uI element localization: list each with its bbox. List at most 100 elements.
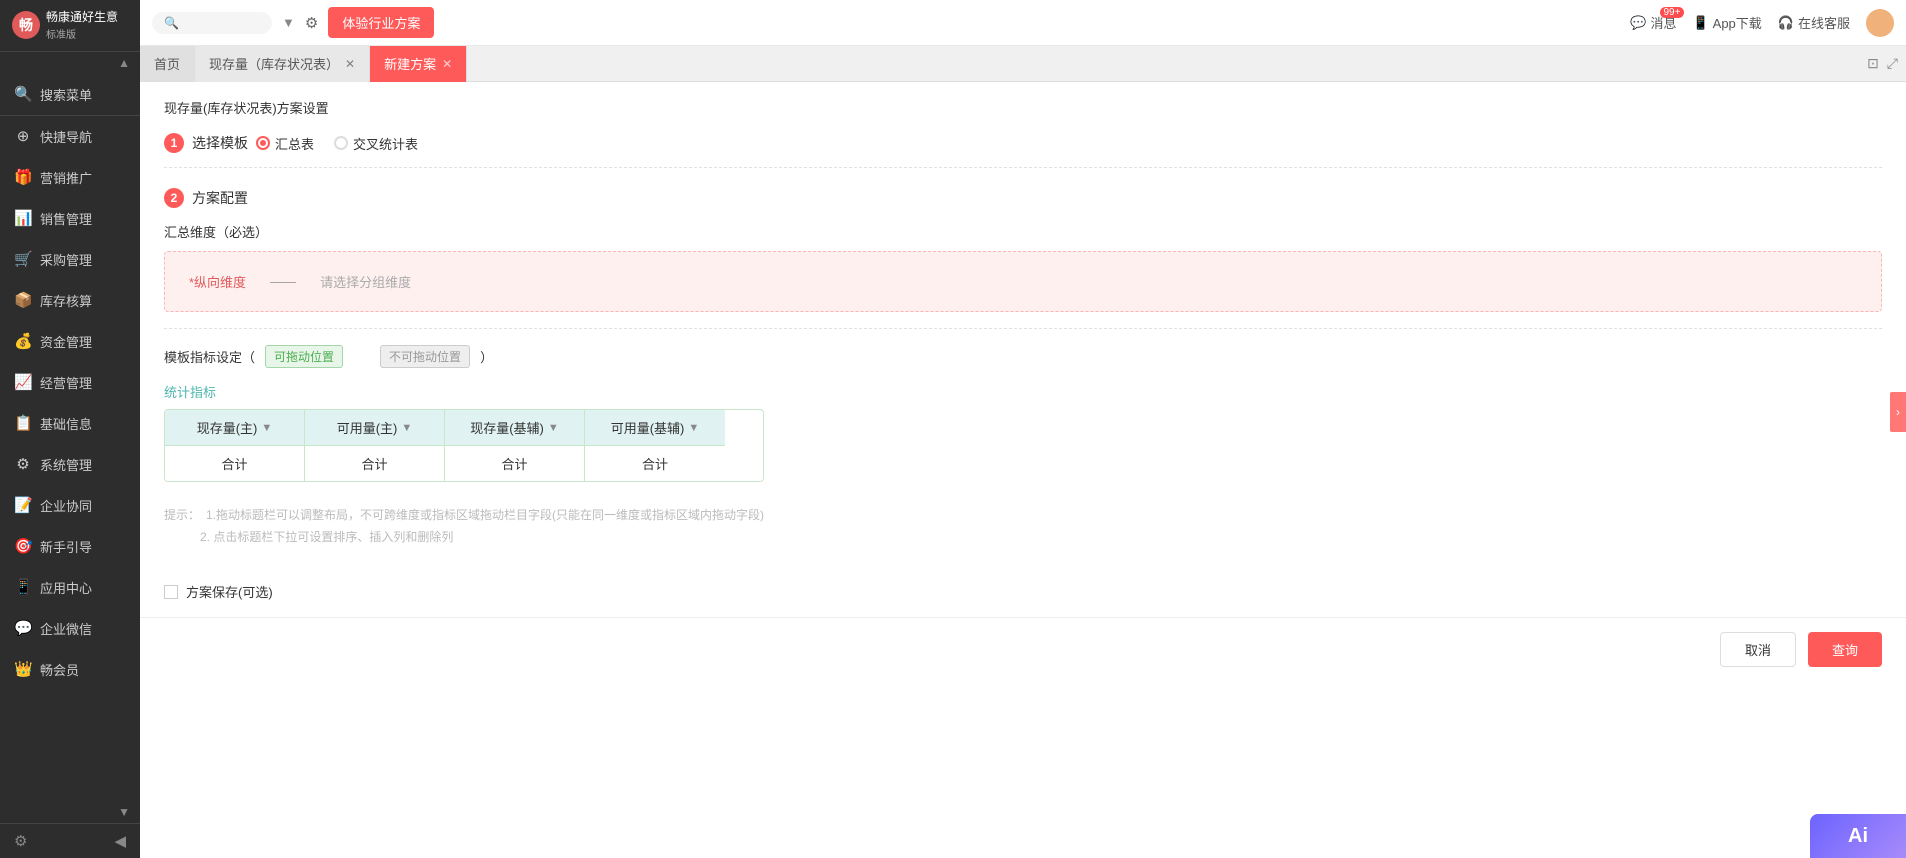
- stats-col-2-header[interactable]: 可用量(主) ▼: [305, 410, 444, 446]
- purchase-icon: 🛒: [14, 250, 32, 268]
- dim-required-field: *纵向维度 —— 请选择分组维度: [164, 251, 1882, 312]
- stats-table: 现存量(主) ▼ 合计 可用量(主) ▼ 合计: [164, 409, 764, 482]
- sidebar-search[interactable]: 🔍 搜索菜单: [0, 74, 140, 116]
- hints-section: 提示：1.拖动标题栏可以调整布局，不可跨维度或指标区域拖动栏目字段(只能在同一维…: [164, 505, 1882, 548]
- tab-home[interactable]: 首页: [140, 46, 195, 82]
- sidebar-item-new-guide[interactable]: 🎯 新手引导: [0, 526, 140, 567]
- sidebar-item-wechat[interactable]: 💬 企业微信: [0, 608, 140, 649]
- stats-section: 统计指标 现存量(主) ▼ 合计: [164, 382, 1882, 485]
- enterprise-icon: 📝: [14, 496, 32, 514]
- sidebar-label-new-guide: 新手引导: [40, 537, 92, 556]
- tab-home-label: 首页: [154, 54, 180, 73]
- tpl-indicator-label: 模板指标设定（: [164, 347, 255, 366]
- stats-col-4-label: 可用量(基辅): [611, 418, 685, 437]
- sidebar-item-purchase[interactable]: 🛒 采购管理: [0, 239, 140, 280]
- topbar-gear-icon[interactable]: ⚙: [305, 14, 318, 32]
- sidebar-item-enterprise[interactable]: 📝 企业协同: [0, 485, 140, 526]
- topbar-right: 💬 消息 99+ 📱 App下载 🎧 在线客服: [1630, 9, 1894, 37]
- step1-divider: [164, 167, 1882, 168]
- app-download-button[interactable]: 📱 App下载: [1692, 13, 1761, 32]
- radio-summary[interactable]: 汇总表: [256, 134, 314, 153]
- sidebar-footer: ⚙ ◀: [0, 823, 140, 858]
- tab-new-plan-close[interactable]: ✕: [442, 57, 452, 71]
- sidebar-item-basic-info[interactable]: 📋 基础信息: [0, 403, 140, 444]
- dim-placeholder: 请选择分组维度: [320, 272, 411, 291]
- tab-inventory-label: 现存量（库存状况表）: [209, 54, 339, 73]
- radio-crosstab[interactable]: 交叉统计表: [334, 134, 418, 153]
- sidebar-item-finance[interactable]: 💰 资金管理: [0, 321, 140, 362]
- ai-badge[interactable]: Ai: [1810, 814, 1906, 858]
- stats-col-4-header[interactable]: 可用量(基辅) ▼: [585, 410, 725, 446]
- app-download-label: App下载: [1713, 13, 1762, 32]
- sidebar-item-quick-nav[interactable]: ⊕ 快捷导航: [0, 116, 140, 157]
- tab-new-plan[interactable]: 新建方案 ✕: [370, 46, 467, 82]
- vertical-dim-label: *纵向维度: [189, 272, 246, 291]
- sidebar-label-marketing: 营销推广: [40, 168, 92, 187]
- trial-industry-button[interactable]: 体验行业方案: [328, 7, 434, 38]
- tab-expand-icon[interactable]: ⤢: [1887, 55, 1898, 72]
- tpl-end: ）: [480, 347, 493, 366]
- sidebar-scroll-down[interactable]: ▼: [112, 803, 136, 821]
- app-download-icon: 📱: [1692, 15, 1708, 31]
- radio-summary-label: 汇总表: [275, 134, 314, 153]
- sidebar-item-system[interactable]: ⚙ 系统管理: [0, 444, 140, 485]
- tab-restore-icon[interactable]: ⊡: [1867, 55, 1879, 72]
- sidebar-item-member[interactable]: 👑 畅会员: [0, 649, 140, 690]
- stats-col-1-chevron: ▼: [261, 422, 272, 434]
- sidebar-item-marketing[interactable]: 🎁 营销推广: [0, 157, 140, 198]
- topbar-search-icon: 🔍: [164, 16, 179, 30]
- content-inner: 现存量(库存状况表)方案设置 1 选择模板 汇总表 交叉统计表: [140, 82, 1906, 617]
- tab-inventory[interactable]: 现存量（库存状况表） ✕: [195, 46, 370, 82]
- stats-table-header-row: 现存量(主) ▼ 合计 可用量(主) ▼ 合计: [165, 410, 763, 481]
- radio-crosstab-dot: [334, 136, 348, 150]
- sidebar-label-sales: 销售管理: [40, 209, 92, 228]
- sidebar-scroll-up[interactable]: ▲: [112, 54, 136, 72]
- sales-icon: 📊: [14, 209, 32, 227]
- sidebar-label-quick-nav: 快捷导航: [40, 127, 92, 146]
- settings-icon[interactable]: ⚙: [14, 832, 27, 850]
- sidebar-item-sales[interactable]: 📊 销售管理: [0, 198, 140, 239]
- stats-col-4-chevron: ▼: [688, 422, 699, 434]
- sidebar-item-inventory[interactable]: 📦 库存核算: [0, 280, 140, 321]
- step2-divider: [164, 328, 1882, 329]
- right-collapse-button[interactable]: ›: [1890, 392, 1906, 432]
- message-button[interactable]: 💬 消息 99+: [1630, 13, 1676, 32]
- app-name: 畅康通好生意: [46, 10, 118, 26]
- stats-col-1: 现存量(主) ▼ 合计: [165, 410, 305, 481]
- quick-nav-icon: ⊕: [14, 127, 32, 145]
- online-service-button[interactable]: 🎧 在线客服: [1778, 13, 1850, 32]
- system-icon: ⚙: [14, 455, 32, 473]
- stats-col-3-body: 合计: [445, 446, 584, 481]
- user-avatar[interactable]: [1866, 9, 1894, 37]
- cancel-button[interactable]: 取消: [1720, 632, 1796, 667]
- summary-dim-label: 汇总维度（必选）: [164, 222, 1882, 241]
- hint-2: 2. 点击标题栏下拉可设置排序、插入列和删除列: [200, 527, 453, 549]
- sidebar-logo: 畅 畅康通好生意 标准版: [0, 0, 140, 52]
- finance-icon: 💰: [14, 332, 32, 350]
- page-title: 现存量(库存状况表)方案设置: [164, 98, 1882, 117]
- step1-block: 1 选择模板 汇总表 交叉统计表: [164, 133, 1882, 168]
- stats-section-label: 统计指标: [164, 382, 1882, 401]
- collapse-icon[interactable]: ◀: [114, 832, 126, 850]
- topbar-search[interactable]: 🔍: [152, 12, 272, 34]
- message-badge: 99+: [1660, 7, 1685, 18]
- topbar-dropdown-icon[interactable]: ▼: [282, 15, 295, 30]
- stats-col-2: 可用量(主) ▼ 合计: [305, 410, 445, 481]
- tab-inventory-close[interactable]: ✕: [345, 57, 355, 71]
- app-edition: 标准版: [46, 26, 118, 41]
- sidebar-label-finance: 资金管理: [40, 332, 92, 351]
- stats-col-1-header[interactable]: 现存量(主) ▼: [165, 410, 304, 446]
- step2-title: 方案配置: [192, 188, 248, 208]
- operation-icon: 📈: [14, 373, 32, 391]
- topbar: 🔍 ▼ ⚙ 体验行业方案 💬 消息 99+ 📱 App下载 🎧 在线客服: [140, 0, 1906, 46]
- sidebar-label-operation: 经营管理: [40, 373, 92, 392]
- sidebar-item-operation[interactable]: 📈 经营管理: [0, 362, 140, 403]
- member-icon: 👑: [14, 660, 32, 678]
- sidebar-item-app-center[interactable]: 📱 应用中心: [0, 567, 140, 608]
- online-service-label: 在线客服: [1798, 13, 1850, 32]
- sidebar-label-basic-info: 基础信息: [40, 414, 92, 433]
- content-area: 现存量(库存状况表)方案设置 1 选择模板 汇总表 交叉统计表: [140, 82, 1906, 858]
- save-checkbox[interactable]: [164, 585, 178, 599]
- stats-col-3-header[interactable]: 现存量(基辅) ▼: [445, 410, 584, 446]
- query-button[interactable]: 查询: [1808, 632, 1882, 667]
